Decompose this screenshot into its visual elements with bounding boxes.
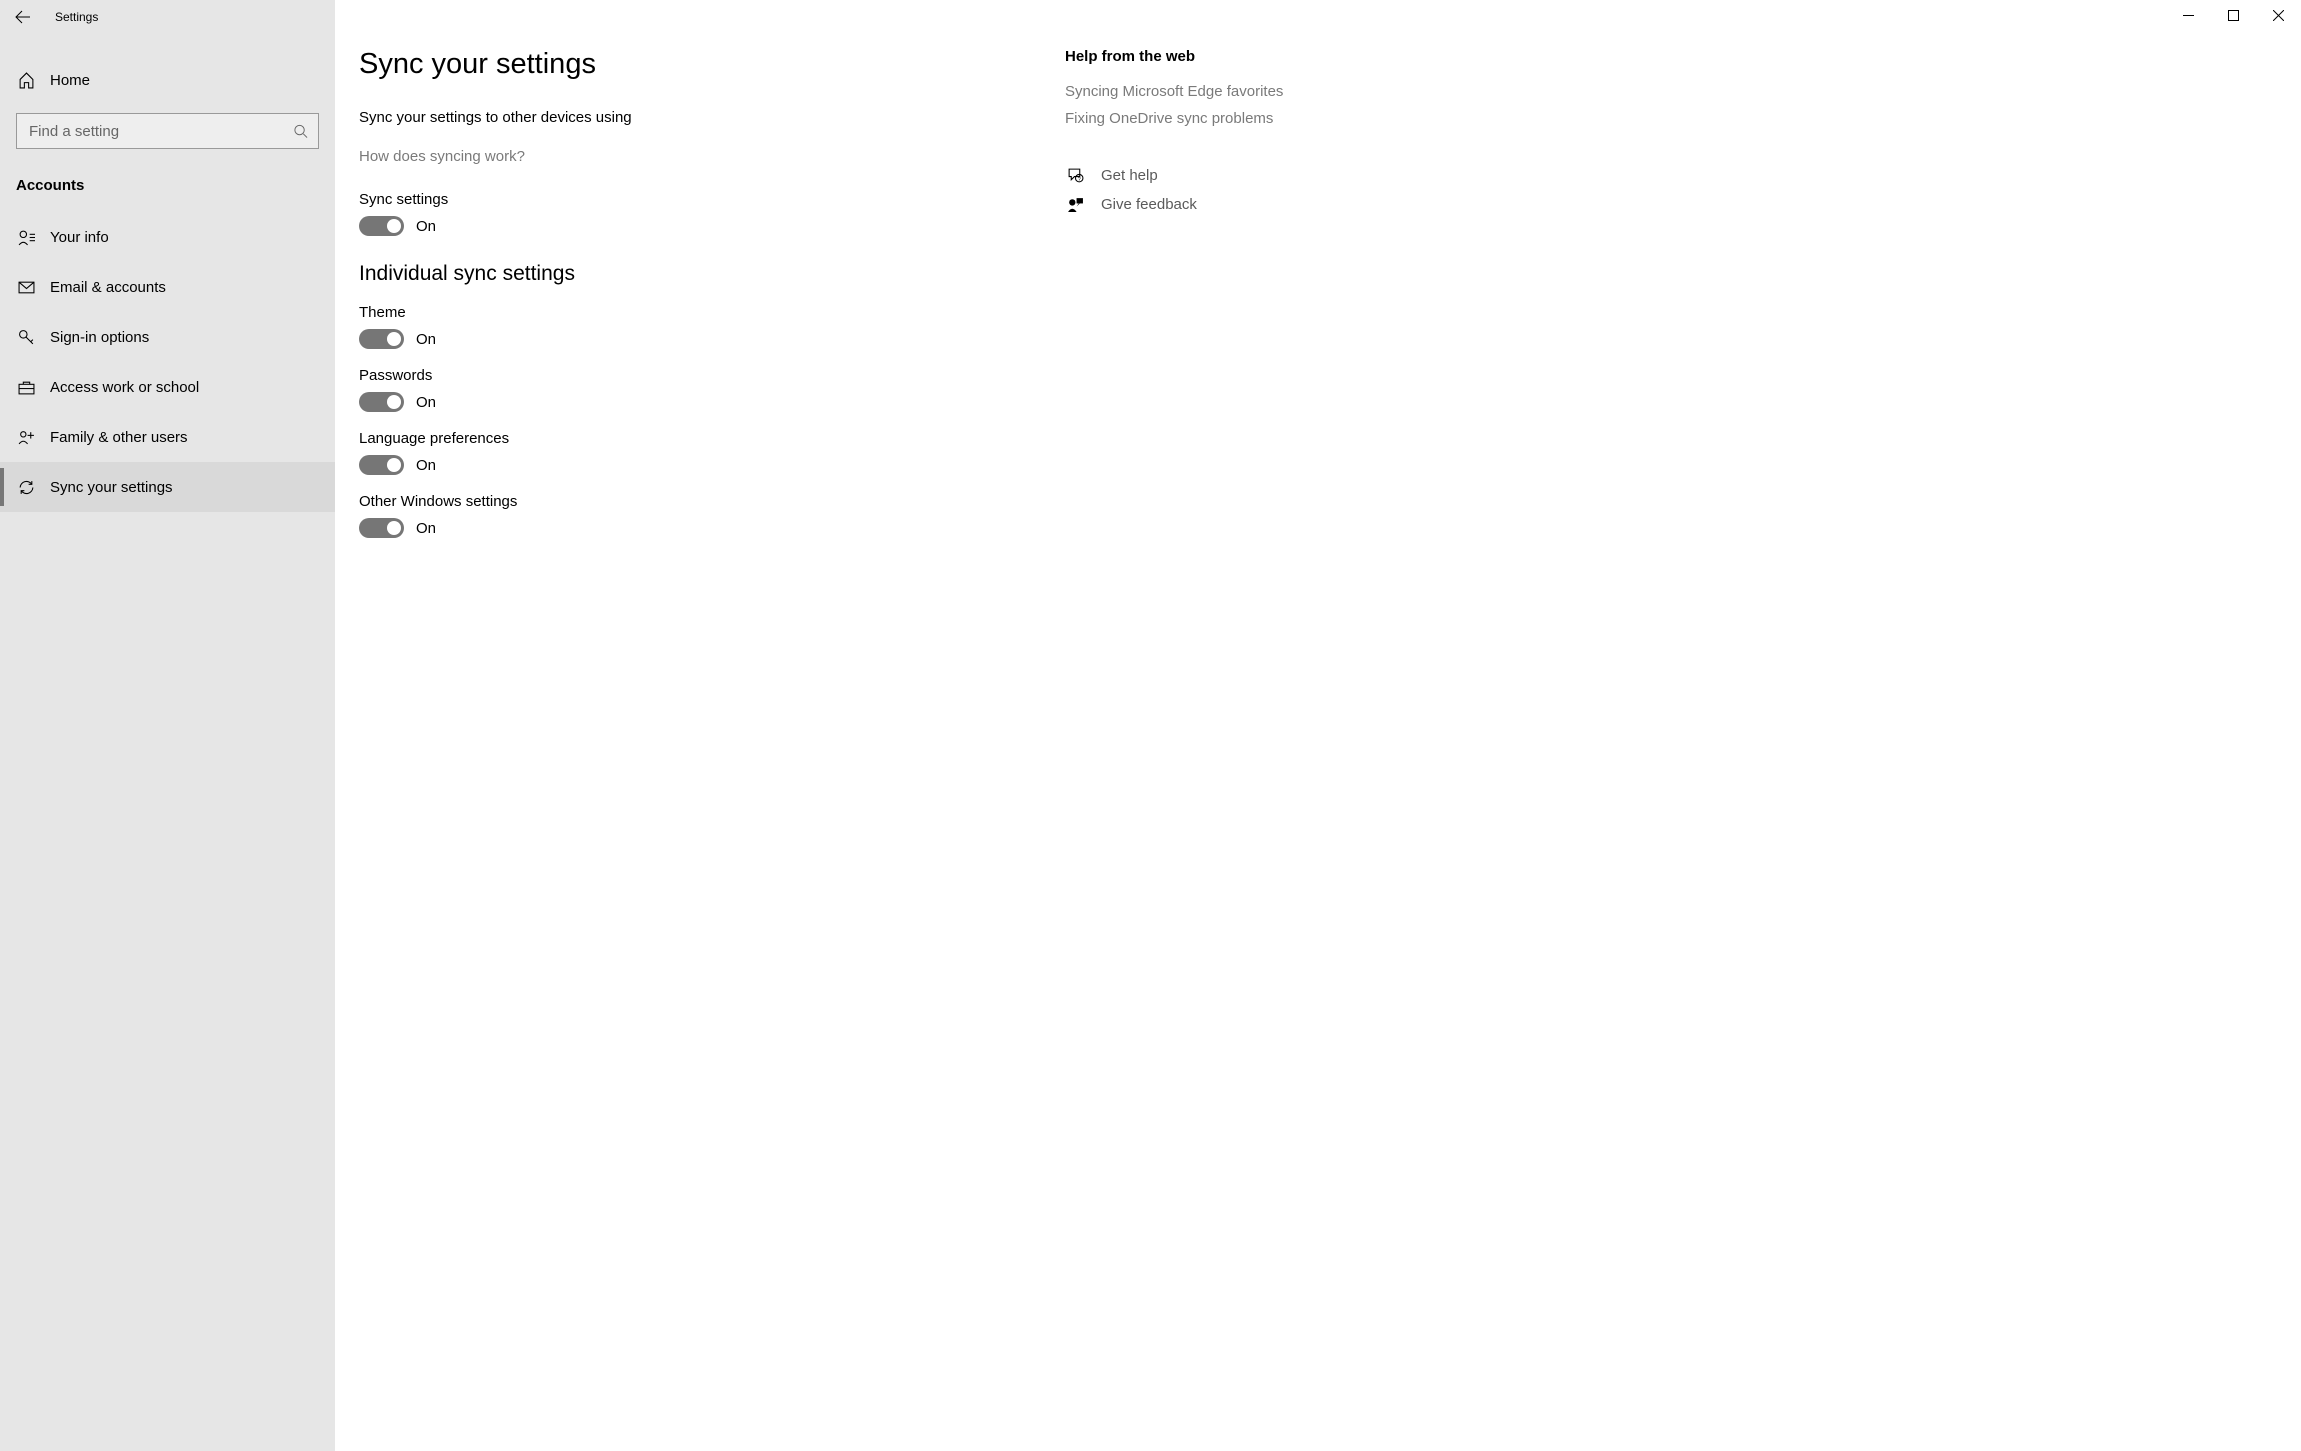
passwords-label: Passwords (359, 367, 1041, 384)
theme-toggle-row: On (359, 329, 1041, 349)
sidebar-item-label: Your info (50, 229, 109, 246)
people-icon (16, 429, 36, 446)
minimize-button[interactable] (2166, 0, 2211, 30)
sync-description: Sync your settings to other devices usin… (359, 109, 1041, 126)
search-input[interactable] (17, 114, 318, 148)
individual-sync-heading: Individual sync settings (359, 262, 1041, 286)
language-prefs-label: Language preferences (359, 430, 1041, 447)
svg-text:?: ? (1077, 177, 1080, 183)
chat-help-icon: ? (1065, 167, 1085, 184)
theme-toggle[interactable] (359, 329, 404, 349)
sidebar-item-sync-settings[interactable]: Sync your settings (0, 462, 335, 512)
other-windows-label: Other Windows settings (359, 493, 1041, 510)
language-prefs-toggle-row: On (359, 455, 1041, 475)
home-icon (16, 72, 36, 89)
back-button[interactable] (0, 0, 45, 34)
window-controls (2166, 0, 2301, 30)
other-windows-toggle[interactable] (359, 518, 404, 538)
other-windows-toggle-row: On (359, 518, 1041, 538)
window-title: Settings (55, 10, 98, 24)
toggle-state-text: On (416, 394, 436, 411)
search-icon (293, 124, 308, 139)
maximize-icon (2228, 10, 2239, 21)
page-title: Sync your settings (359, 48, 1041, 81)
passwords-toggle[interactable] (359, 392, 404, 412)
language-prefs-toggle[interactable] (359, 455, 404, 475)
search-wrap (16, 113, 319, 149)
sidebar-item-sign-in-options[interactable]: Sign-in options (0, 312, 335, 362)
give-feedback-action[interactable]: Give feedback (1065, 196, 1361, 213)
help-title: Help from the web (1065, 48, 1361, 65)
mail-icon (16, 279, 36, 296)
help-panel: Help from the web Syncing Microsoft Edge… (1065, 0, 1385, 1451)
sidebar-home-label: Home (50, 72, 90, 89)
sidebar-item-access-work-school[interactable]: Access work or school (0, 362, 335, 412)
arrow-left-icon (15, 9, 31, 25)
help-link-edge-favorites[interactable]: Syncing Microsoft Edge favorites (1065, 83, 1361, 100)
sidebar-item-family-users[interactable]: Family & other users (0, 412, 335, 462)
toggle-state-text: On (416, 218, 436, 235)
sidebar-item-label: Sync your settings (50, 479, 173, 496)
sidebar-item-label: Email & accounts (50, 279, 166, 296)
sidebar: Settings Home Accounts Your info Email &… (0, 0, 335, 1451)
main: Sync your settings Sync your settings to… (335, 0, 2301, 1451)
close-button[interactable] (2256, 0, 2301, 30)
sidebar-item-label: Access work or school (50, 379, 199, 396)
briefcase-icon (16, 379, 36, 396)
maximize-button[interactable] (2211, 0, 2256, 30)
toggle-state-text: On (416, 457, 436, 474)
content: Sync your settings Sync your settings to… (335, 0, 1065, 1451)
sidebar-section-header: Accounts (0, 177, 335, 194)
sidebar-item-label: Sign-in options (50, 329, 149, 346)
person-card-icon (16, 229, 36, 246)
sidebar-item-your-info[interactable]: Your info (0, 212, 335, 262)
get-help-action[interactable]: ? Get help (1065, 167, 1361, 184)
help-link-onedrive-sync[interactable]: Fixing OneDrive sync problems (1065, 110, 1361, 127)
toggle-state-text: On (416, 520, 436, 537)
titlebar: Settings (0, 0, 335, 34)
minimize-icon (2183, 10, 2194, 21)
theme-label: Theme (359, 304, 1041, 321)
sidebar-home[interactable]: Home (0, 62, 335, 99)
sync-settings-label: Sync settings (359, 191, 1041, 208)
feedback-label: Give feedback (1101, 196, 1197, 213)
how-syncing-works-link[interactable]: How does syncing work? (359, 148, 525, 165)
sync-icon (16, 479, 36, 496)
passwords-toggle-row: On (359, 392, 1041, 412)
toggle-state-text: On (416, 331, 436, 348)
sidebar-item-label: Family & other users (50, 429, 188, 446)
sidebar-item-email-accounts[interactable]: Email & accounts (0, 262, 335, 312)
close-icon (2273, 10, 2284, 21)
key-icon (16, 329, 36, 346)
get-help-label: Get help (1101, 167, 1158, 184)
feedback-icon (1065, 196, 1085, 213)
sync-settings-toggle-row: On (359, 216, 1041, 236)
sync-settings-toggle[interactable] (359, 216, 404, 236)
